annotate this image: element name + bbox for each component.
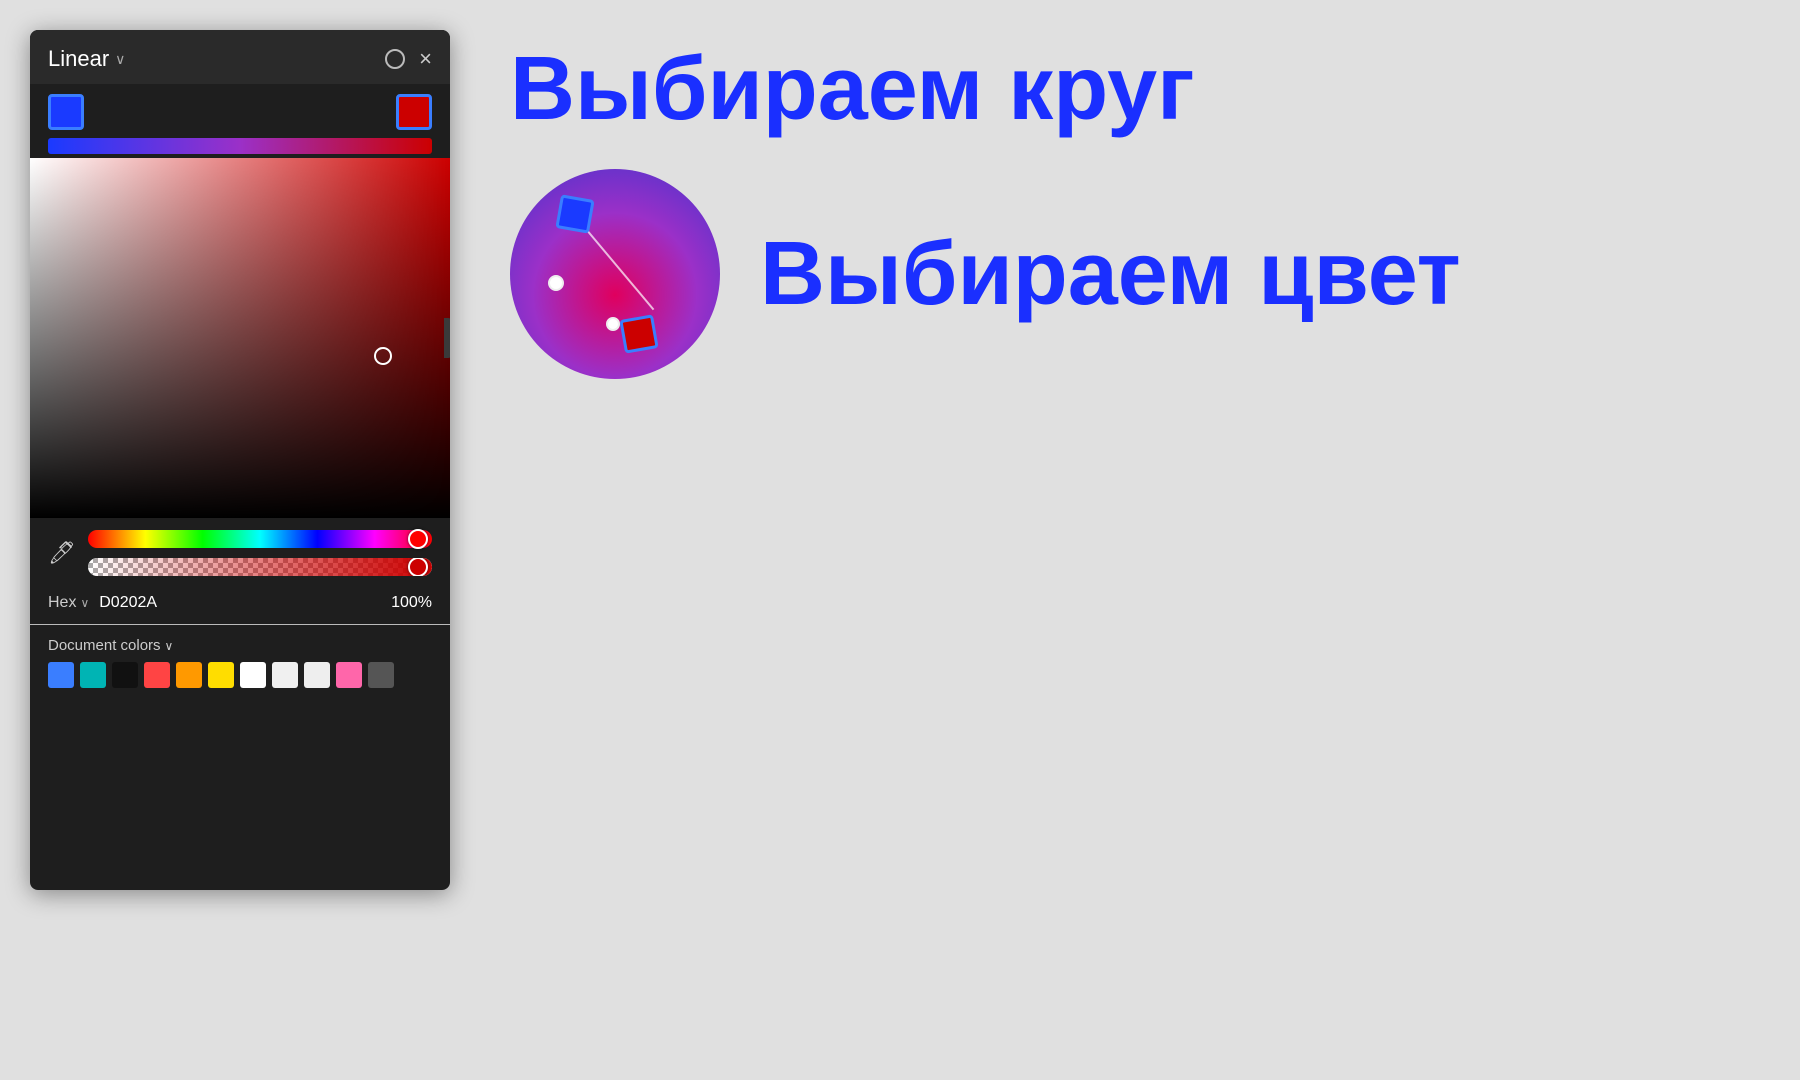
circle-stop-white-right (606, 317, 620, 331)
panel-edge-tab (444, 318, 450, 358)
hex-row: Hex ∨ D0202A 100% (30, 584, 450, 622)
panel-header: Linear ∨ × (30, 30, 450, 84)
circle-stop-blue[interactable] (555, 194, 594, 233)
color-swatch[interactable] (272, 662, 298, 688)
doc-colors-label[interactable]: Document colors ∨ (48, 637, 432, 654)
color-swatch[interactable] (144, 662, 170, 688)
hue-slider[interactable] (88, 530, 432, 548)
doc-colors-section: Document colors ∨ (30, 627, 450, 698)
sliders-column (88, 530, 432, 576)
gradient-panel: Linear ∨ × 🖊 (30, 30, 450, 890)
color-swatch[interactable] (240, 662, 266, 688)
panel-title[interactable]: Linear ∨ (48, 46, 125, 72)
opacity-thumb (408, 558, 428, 576)
color-swatch[interactable] (112, 662, 138, 688)
gradient-stops-row (30, 84, 450, 158)
gradient-stop-right[interactable] (396, 94, 432, 130)
color-swatch[interactable] (208, 662, 234, 688)
color-swatch[interactable] (80, 662, 106, 688)
color-swatch[interactable] (304, 662, 330, 688)
color-swatch[interactable] (176, 662, 202, 688)
color-swatch[interactable] (48, 662, 74, 688)
hex-opacity[interactable]: 100% (391, 594, 432, 612)
doc-colors-label-text: Document colors (48, 637, 161, 654)
circle-illustration: Выбираем цвет (510, 169, 1740, 379)
opacity-slider[interactable] (88, 558, 432, 576)
right-content: Выбираем круг Выбираем цвет (450, 0, 1800, 379)
doc-colors-chevron: ∨ (165, 639, 174, 653)
eyedropper-icon[interactable]: 🖊 (48, 540, 76, 566)
circle-shape[interactable] (510, 169, 720, 379)
close-button[interactable]: × (419, 48, 432, 70)
circle-stop-red[interactable] (619, 314, 658, 353)
color-picker-area[interactable] (30, 158, 450, 518)
gradient-bar[interactable] (48, 138, 432, 154)
panel-title-chevron: ∨ (115, 51, 125, 68)
circle-shape-wrap (510, 169, 720, 379)
panel-header-icons: × (385, 48, 432, 70)
hex-chevron: ∨ (80, 596, 89, 610)
color-picker-cursor (374, 347, 392, 365)
sliders-section: 🖊 (30, 518, 450, 584)
hex-value[interactable]: D0202A (99, 594, 381, 612)
hue-thumb (408, 529, 428, 549)
heading-2: Выбираем цвет (760, 225, 1461, 324)
heading-1: Выбираем круг (510, 40, 1740, 139)
hex-label-text: Hex (48, 594, 76, 612)
opacity-fill (88, 558, 432, 576)
opacity-icon[interactable] (385, 49, 405, 69)
circle-stop-white-left (548, 275, 564, 291)
color-swatch[interactable] (336, 662, 362, 688)
divider-1 (30, 624, 450, 625)
doc-colors-swatches (48, 662, 432, 688)
hex-label[interactable]: Hex ∨ (48, 594, 89, 612)
panel-title-text: Linear (48, 46, 109, 72)
color-swatch[interactable] (368, 662, 394, 688)
gradient-stop-left[interactable] (48, 94, 84, 130)
gradient-handles (48, 94, 432, 130)
